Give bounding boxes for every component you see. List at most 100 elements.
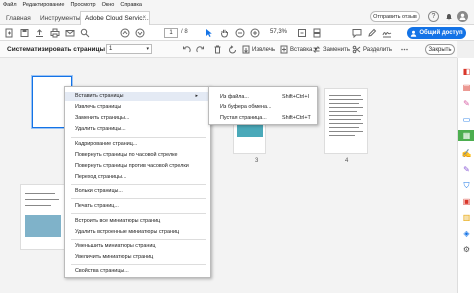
text-line (329, 115, 363, 116)
tab-document-label: Adobe Cloud Servic… (85, 15, 149, 22)
notification-bell-icon[interactable] (443, 11, 454, 22)
organize-pages-icon[interactable]: ▦ (458, 130, 474, 141)
tab-tools[interactable]: Инструменты (40, 11, 81, 25)
tab-document[interactable]: Adobe Cloud Servic… × (80, 11, 150, 25)
search-icon[interactable] (80, 28, 90, 38)
menu-item-reduce-thumbnails[interactable]: Уменьшить миниатюры страниц (75, 243, 156, 249)
menu-help[interactable]: Справка (120, 2, 142, 8)
insert-pages-submenu: Из файла... Shift+Ctrl+I Из буфера обмен… (208, 86, 318, 125)
extract-icon (242, 45, 250, 54)
send-for-signature-icon[interactable]: ✎ (461, 164, 472, 175)
page-total: / 8 (181, 29, 188, 35)
zoom-in-icon[interactable] (250, 28, 260, 38)
text-line (329, 107, 363, 108)
avatar-icon[interactable] (457, 11, 468, 22)
menu-item-delete-pages[interactable]: Удалить страницы... (75, 126, 126, 132)
menu-window[interactable]: Окно (102, 2, 115, 8)
share-button[interactable]: Общий доступ (407, 27, 466, 39)
menu-view[interactable]: Просмотр (70, 2, 95, 8)
menu-item-extract-pages[interactable]: Извлечь страницы (75, 104, 121, 110)
menu-item-rotate-clockwise[interactable]: Повернуть страницы по часовой стрелке (75, 152, 178, 158)
export-pdf-icon[interactable]: ◧ (461, 66, 472, 77)
tab-home[interactable]: Главная (6, 11, 31, 25)
menu-item-remove-thumbnails[interactable]: Удалить встроенные миниатюры страниц (75, 229, 179, 235)
help-icon[interactable]: ? (428, 11, 439, 22)
comment-icon[interactable] (352, 28, 362, 39)
zoom-level[interactable]: 57,3% (270, 29, 287, 35)
menu-item-page-transitions[interactable]: Переход страницы... (75, 174, 127, 180)
create-pdf-icon[interactable] (5, 28, 14, 38)
menu-edit[interactable]: Редактирование (23, 2, 65, 8)
page-thumbnail-5[interactable] (20, 184, 66, 250)
split-icon (352, 45, 361, 54)
scroll-mode-icon[interactable] (312, 28, 322, 38)
menu-item-embed-thumbnails[interactable]: Встроить все миниатюры страниц (75, 218, 160, 224)
more-tools-icon[interactable]: ⚙ (461, 244, 472, 255)
menu-item-insert-pages[interactable]: Вставить страницы ▸ (65, 92, 210, 101)
prepare-form-icon[interactable]: ▥ (461, 212, 472, 223)
menu-item-print-pages[interactable]: Печать страниц... (75, 203, 119, 209)
text-line (329, 127, 359, 128)
sign-icon[interactable] (382, 28, 392, 38)
extract-button[interactable]: Извлечь (242, 45, 275, 54)
text-line (329, 123, 363, 124)
right-tools-pane: ◧ ▤ ✎ ▭ ▦ ✍ ✎ ⛉ ▣ ▥ ◈ ⚙ (457, 58, 474, 293)
menu-item-enlarge-thumbnails[interactable]: Увеличить миниатюры страниц (75, 254, 153, 260)
text-line (329, 111, 357, 112)
menu-item-label: Вставить страницы (75, 93, 124, 99)
submenu-item-from-clipboard[interactable]: Из буфера обмена... (220, 104, 272, 110)
delete-page-icon[interactable] (213, 45, 222, 54)
hand-tool-icon[interactable] (220, 28, 229, 38)
more-options-icon[interactable] (400, 45, 409, 54)
main-toolbar: 1 / 8 57,3% (0, 25, 474, 41)
submenu-item-from-file[interactable]: Из файла... Shift+Ctrl+I (220, 94, 309, 100)
zoom-out-glyph (235, 28, 245, 38)
menu-item-page-labels[interactable]: Вольки страницы... (75, 188, 123, 194)
bell-glyph (445, 13, 452, 20)
page-number-input[interactable]: 1 (164, 28, 178, 38)
split-button[interactable]: Разделить (352, 45, 392, 54)
next-page-icon[interactable] (135, 28, 145, 38)
rotate-left-icon[interactable] (228, 45, 237, 54)
close-organize-button[interactable]: Закрыть (425, 44, 455, 55)
page-range-select[interactable]: 1 (106, 44, 152, 54)
avatar-glyph (459, 13, 466, 20)
menu-item-replace-pages[interactable]: Заменить страницы... (75, 115, 129, 121)
menu-separator (71, 184, 206, 185)
optimize-pdf-icon[interactable]: ◈ (461, 228, 472, 239)
upload-icon[interactable] (35, 28, 44, 38)
menu-item-rotate-counterclockwise[interactable]: Повернуть страницы против часовой стрелк… (75, 163, 189, 169)
replace-label: Заменить (323, 46, 350, 53)
email-icon[interactable] (65, 28, 75, 38)
extract-label: Извлечь (252, 46, 276, 53)
edit-pdf-icon[interactable]: ✎ (461, 98, 472, 109)
undo-icon[interactable] (182, 45, 191, 54)
save-icon[interactable] (20, 28, 29, 38)
pen-icon[interactable] (367, 28, 377, 38)
select-cursor-icon[interactable] (205, 28, 213, 38)
scan-ocr-icon[interactable]: ▣ (461, 196, 472, 207)
menu-file[interactable]: Файл (3, 2, 17, 8)
prev-page-icon[interactable] (120, 28, 130, 38)
submenu-item-blank-page[interactable]: Пустая страница... Shift+Ctrl+T (220, 115, 311, 121)
print-icon[interactable] (50, 28, 60, 38)
menu-separator (71, 198, 206, 199)
page-number-3: 3 (255, 158, 259, 164)
menu-item-page-properties[interactable]: Свойства страницы... (75, 268, 129, 274)
page-thumbnail-4[interactable] (324, 88, 368, 154)
fit-page-icon[interactable] (297, 28, 307, 38)
comment-tool-icon[interactable]: ▭ (461, 114, 472, 125)
sign-glyph (382, 32, 392, 38)
tab-close-icon[interactable]: × (142, 15, 146, 21)
replace-button[interactable]: Заменить (312, 45, 350, 54)
thumbnail-image (25, 215, 61, 237)
menu-item-crop-pages[interactable]: Кадрирование страниц... (75, 141, 137, 147)
fill-sign-icon[interactable]: ✍ (461, 148, 472, 159)
text-line (25, 199, 59, 200)
zoom-out-icon[interactable] (235, 28, 245, 38)
print-glyph (50, 28, 60, 38)
send-feedback-button[interactable]: Отправить отзыв (370, 11, 420, 22)
create-pdf-icon[interactable]: ▤ (461, 82, 472, 93)
redo-icon[interactable] (196, 45, 205, 54)
protect-icon[interactable]: ⛉ (461, 180, 472, 191)
